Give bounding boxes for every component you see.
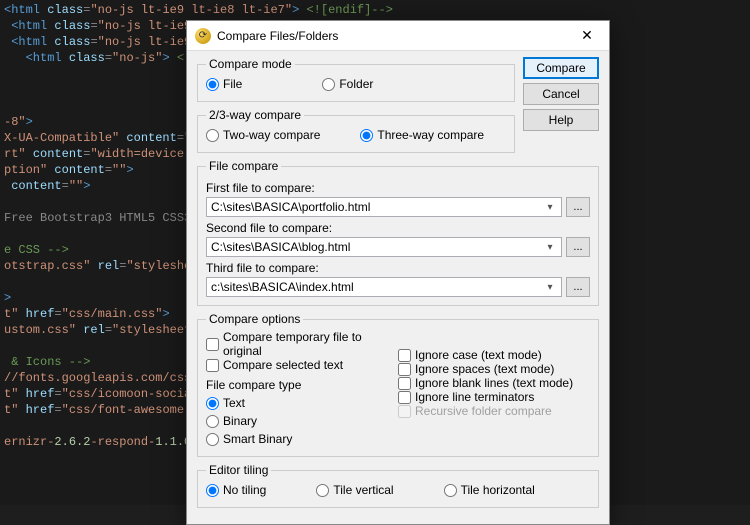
cancel-button[interactable]: Cancel: [523, 83, 599, 105]
dialog-title: Compare Files/Folders: [217, 29, 567, 43]
close-icon: ✕: [581, 27, 593, 44]
ignore-spaces-checkbox[interactable]: Ignore spaces (text mode): [398, 362, 590, 376]
first-file-browse-button[interactable]: ...: [566, 197, 590, 217]
second-file-label: Second file to compare:: [206, 221, 590, 235]
tiling-none-radio[interactable]: No tiling: [206, 483, 266, 497]
compare-mode-legend: Compare mode: [206, 57, 295, 71]
type-binary-radio[interactable]: Binary: [206, 412, 398, 430]
third-file-label: Third file to compare:: [206, 261, 590, 275]
recursive-checkbox: Recursive folder compare: [398, 404, 590, 418]
tiling-horizontal-radio[interactable]: Tile horizontal: [444, 483, 535, 497]
help-button[interactable]: Help: [523, 109, 599, 131]
compare-mode-group: Compare mode File Folder: [197, 57, 515, 102]
compare-options-group: Compare options Compare temporary file t…: [197, 312, 599, 457]
ignore-blank-checkbox[interactable]: Ignore blank lines (text mode): [398, 376, 590, 390]
first-file-label: First file to compare:: [206, 181, 590, 195]
second-file-combo[interactable]: C:\sites\BASICA\blog.html▾: [206, 237, 562, 257]
way-compare-group: 2/3-way compare Two-way compare Three-wa…: [197, 108, 515, 153]
compare-button[interactable]: Compare: [523, 57, 599, 79]
two-way-radio[interactable]: Two-way compare: [206, 128, 320, 142]
three-way-radio[interactable]: Three-way compare: [360, 128, 484, 142]
type-text-radio[interactable]: Text: [206, 394, 398, 412]
editor-tiling-group: Editor tiling No tiling Tile vertical Ti…: [197, 463, 599, 508]
compare-selected-checkbox[interactable]: Compare selected text: [206, 358, 398, 372]
close-button[interactable]: ✕: [567, 22, 607, 50]
file-compare-group: File compare First file to compare: C:\s…: [197, 159, 599, 306]
ignore-case-checkbox[interactable]: Ignore case (text mode): [398, 348, 590, 362]
type-smart-binary-radio[interactable]: Smart Binary: [206, 430, 398, 448]
chevron-down-icon: ▾: [543, 242, 557, 253]
compare-temp-checkbox[interactable]: Compare temporary file to original: [206, 330, 398, 358]
chevron-down-icon: ▾: [543, 202, 557, 213]
third-file-browse-button[interactable]: ...: [566, 277, 590, 297]
mode-file-radio[interactable]: File: [206, 77, 242, 91]
editor-tiling-legend: Editor tiling: [206, 463, 271, 477]
ignore-terminators-checkbox[interactable]: Ignore line terminators: [398, 390, 590, 404]
first-file-combo[interactable]: C:\sites\BASICA\portfolio.html▾: [206, 197, 562, 217]
compare-options-legend: Compare options: [206, 312, 303, 326]
file-compare-type-label: File compare type: [206, 378, 398, 392]
third-file-combo[interactable]: c:\sites\BASICA\index.html▾: [206, 277, 562, 297]
file-compare-legend: File compare: [206, 159, 281, 173]
app-icon: ⟳: [195, 28, 211, 44]
second-file-browse-button[interactable]: ...: [566, 237, 590, 257]
compare-dialog: ⟳ Compare Files/Folders ✕ Compare mode F…: [186, 20, 610, 525]
mode-folder-radio[interactable]: Folder: [322, 77, 373, 91]
way-compare-legend: 2/3-way compare: [206, 108, 304, 122]
tiling-vertical-radio[interactable]: Tile vertical: [316, 483, 393, 497]
chevron-down-icon: ▾: [543, 282, 557, 293]
dialog-titlebar: ⟳ Compare Files/Folders ✕: [187, 21, 609, 51]
